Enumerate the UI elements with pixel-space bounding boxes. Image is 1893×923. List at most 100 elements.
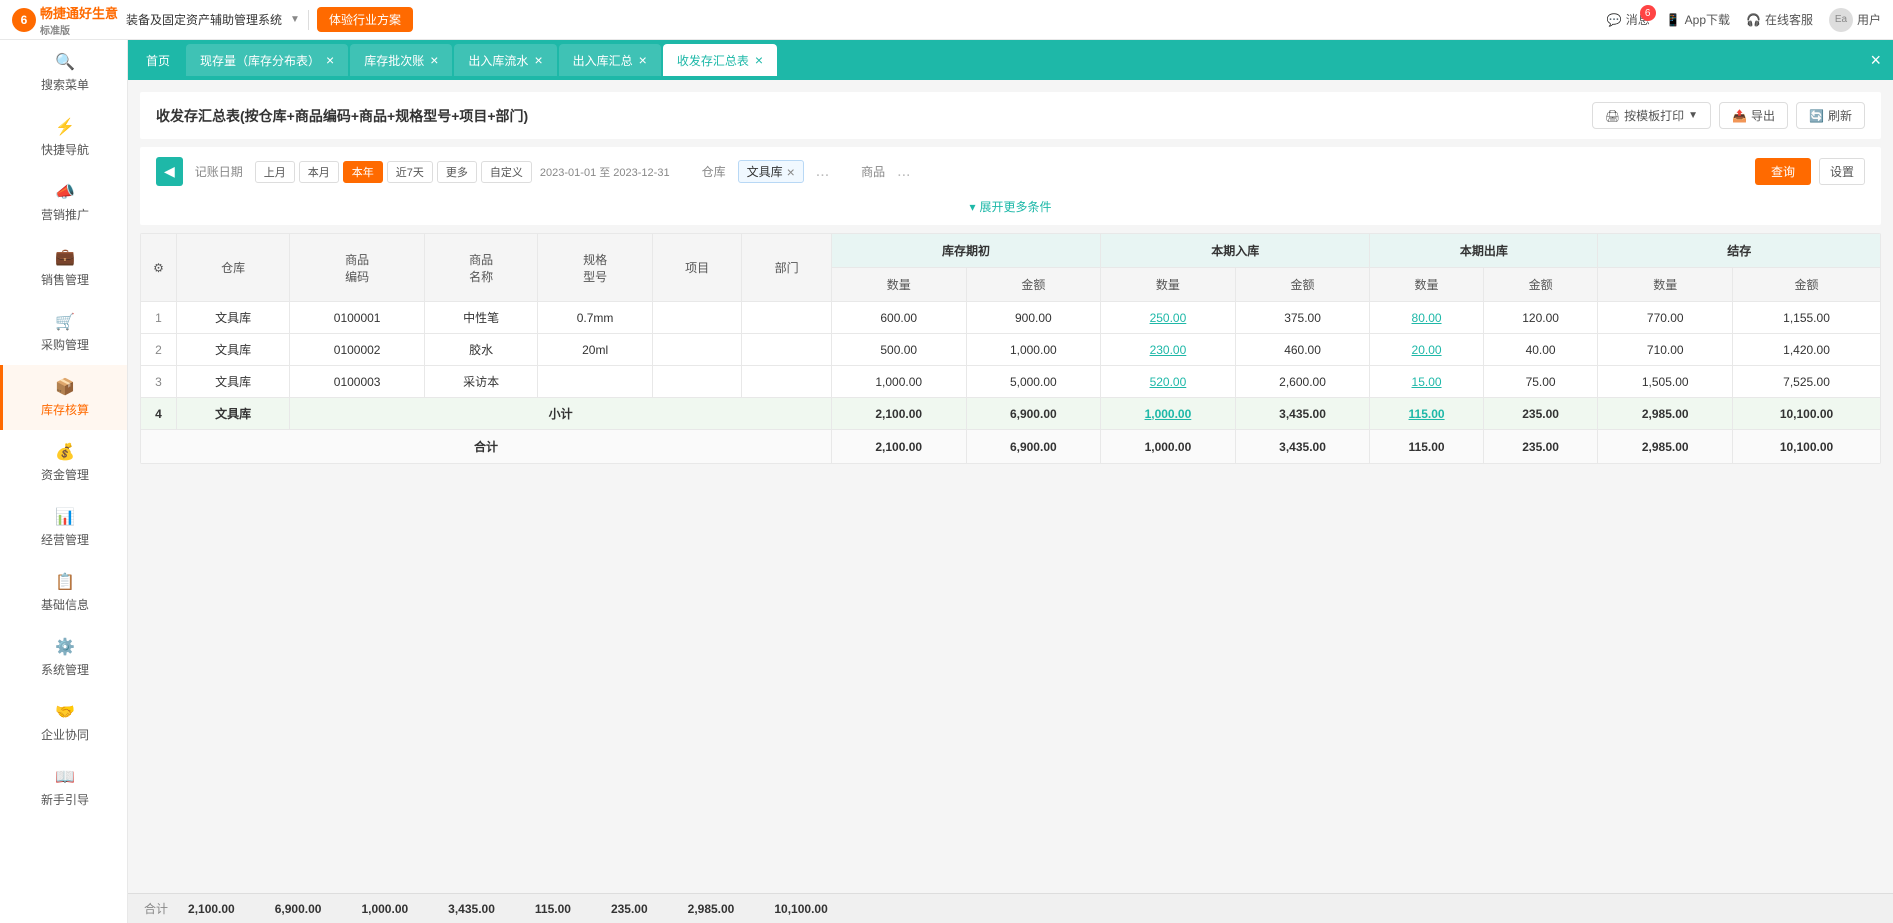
inventory-icon: 📦 (55, 377, 75, 397)
filter-toggle-btn[interactable]: ◀ (156, 157, 183, 186)
page-content: 收发存汇总表(按仓库+商品编码+商品+规格型号+项目+部门) 🖨 按模板打印 ▼… (128, 80, 1893, 893)
warehouse-tag-close[interactable]: × (787, 165, 795, 179)
row-opening-qty: 600.00 (831, 302, 966, 334)
sidebar-item-operations[interactable]: 📊 经营管理 (0, 495, 127, 560)
basicinfo-icon: 📋 (55, 572, 75, 592)
row-dept (742, 302, 831, 334)
sidebar-item-system[interactable]: ⚙️ 系统管理 (0, 625, 127, 690)
total-in-qty: 1,000.00 (361, 902, 408, 916)
message-item[interactable]: 💬 消息 6 (1607, 11, 1650, 28)
foot-in-qty: 1,000.00 (1101, 430, 1236, 464)
col-opening-qty: 数量 (831, 268, 966, 302)
col-in-qty: 数量 (1101, 268, 1236, 302)
app-download-item[interactable]: 📱 App下载 (1666, 11, 1730, 28)
product-ellipsis[interactable]: ... (897, 163, 910, 181)
out-qty-link[interactable]: 80.00 (1412, 311, 1442, 325)
purchase-icon: 🛒 (55, 312, 75, 332)
in-qty-link[interactable]: 520.00 (1150, 375, 1187, 389)
system-title[interactable]: 装备及固定资产辅助管理系统 ▼ (126, 11, 300, 28)
sidebar-item-basicinfo-label: 基础信息 (41, 596, 89, 613)
warehouse-ellipsis[interactable]: ... (816, 163, 829, 181)
tab-inventory-dist[interactable]: 现存量（库存分布表） × (186, 44, 348, 76)
tab-summary[interactable]: 出入库汇总 × (559, 44, 661, 76)
tab-batch-label: 库存批次账 (364, 52, 424, 69)
tab-batch-close[interactable]: × (430, 53, 438, 67)
refresh-button[interactable]: 🔄 刷新 (1796, 102, 1865, 129)
print-label: 按模板打印 (1624, 107, 1684, 124)
sidebar-item-guide-label: 新手引导 (41, 791, 89, 808)
row-out-qty[interactable]: 15.00 (1370, 366, 1483, 398)
col-bal-qty: 数量 (1598, 268, 1733, 302)
total-bal-qty: 2,985.00 (688, 902, 735, 916)
row-code: 0100002 (290, 334, 425, 366)
subtotal-in-qty-link[interactable]: 1,000.00 (1145, 407, 1192, 421)
date-btn-this-month[interactable]: 本月 (299, 161, 339, 183)
row-spec: 0.7mm (538, 302, 653, 334)
tab-inventory-dist-label: 现存量（库存分布表） (200, 52, 320, 69)
row-out-qty[interactable]: 80.00 (1370, 302, 1483, 334)
total-label: 合计 (144, 900, 168, 917)
sidebar-item-search-label: 搜索菜单 (41, 76, 89, 93)
sidebar-item-enterprise[interactable]: 🤝 企业协同 (0, 690, 127, 755)
tab-home[interactable]: 首页 (132, 44, 184, 76)
total-out-amt: 235.00 (611, 902, 648, 916)
date-btn-custom[interactable]: 自定义 (481, 161, 532, 183)
sidebar-item-finance[interactable]: 💰 资金管理 (0, 430, 127, 495)
total-out-qty: 115.00 (535, 902, 571, 916)
date-btn-more[interactable]: 更多 (437, 161, 477, 183)
out-qty-link[interactable]: 15.00 (1412, 375, 1442, 389)
query-button[interactable]: 查询 (1755, 158, 1811, 185)
date-btn-7days[interactable]: 近7天 (387, 161, 433, 183)
top-bar: 6 畅捷通好生意 标准版 装备及固定资产辅助管理系统 ▼ 体验行业方案 💬 消息… (0, 0, 1893, 40)
export-button[interactable]: 📤 导出 (1719, 102, 1788, 129)
row-out-qty[interactable]: 20.00 (1370, 334, 1483, 366)
row-in-qty[interactable]: 230.00 (1101, 334, 1236, 366)
user-item[interactable]: Ea 用户 (1829, 8, 1881, 32)
sidebar-item-search[interactable]: 🔍 搜索菜单 (0, 40, 127, 105)
close-all-tabs[interactable]: × (1862, 50, 1889, 71)
out-qty-link[interactable]: 20.00 (1412, 343, 1442, 357)
in-qty-link[interactable]: 230.00 (1150, 343, 1187, 357)
date-btn-last-month[interactable]: 上月 (255, 161, 295, 183)
filter-settings-button[interactable]: 设置 (1819, 158, 1865, 185)
subtotal-out-qty-link[interactable]: 115.00 (1409, 407, 1445, 421)
sidebar-item-purchase[interactable]: 🛒 采购管理 (0, 300, 127, 365)
foot-bal-qty: 2,985.00 (1598, 430, 1733, 464)
row-code: 0100003 (290, 366, 425, 398)
expand-down-icon: ▾ (969, 200, 975, 214)
row-bal-qty: 710.00 (1598, 334, 1733, 366)
col-out-amt: 金额 (1483, 268, 1598, 302)
tab-summary-close[interactable]: × (639, 53, 647, 67)
sidebar-item-basicinfo[interactable]: 📋 基础信息 (0, 560, 127, 625)
tab-batch[interactable]: 库存批次账 × (350, 44, 452, 76)
tab-receipt-summary[interactable]: 收发存汇总表 × (663, 44, 777, 76)
subtotal-bal-qty: 2,985.00 (1598, 398, 1733, 430)
col-product-code: 商品编码 (290, 234, 425, 302)
sidebar-item-sales[interactable]: 💼 销售管理 (0, 235, 127, 300)
col-warehouse: 仓库 (177, 234, 290, 302)
row-num: 1 (141, 302, 177, 334)
table-row: 3 文具库 0100003 采访本 1,000.00 5,000.00 520.… (141, 366, 1881, 398)
tab-inventory-dist-close[interactable]: × (326, 53, 334, 67)
tab-receipt-summary-close[interactable]: × (755, 53, 763, 67)
print-template-button[interactable]: 🖨 按模板打印 ▼ (1592, 102, 1711, 129)
export-icon: 📤 (1732, 109, 1747, 123)
date-btn-this-year[interactable]: 本年 (343, 161, 383, 183)
sidebar-item-inventory[interactable]: 📦 库存核算 (0, 365, 127, 430)
col-product-spec: 规格型号 (538, 234, 653, 302)
trial-button[interactable]: 体验行业方案 (317, 7, 413, 32)
in-qty-link[interactable]: 250.00 (1150, 311, 1187, 325)
col-out-qty: 数量 (1370, 268, 1483, 302)
sidebar-item-marketing[interactable]: 📣 营销推广 (0, 170, 127, 235)
total-in-amt: 3,435.00 (448, 902, 495, 916)
online-support-item[interactable]: 🎧 在线客服 (1746, 11, 1813, 28)
expand-more-btn[interactable]: ▾ 展开更多条件 (969, 198, 1051, 215)
row-in-qty[interactable]: 250.00 (1101, 302, 1236, 334)
tab-flow[interactable]: 出入库流水 × (454, 44, 556, 76)
row-out-amt: 75.00 (1483, 366, 1598, 398)
sidebar-item-guide[interactable]: 📖 新手引导 (0, 755, 127, 820)
subtotal-opening-qty: 2,100.00 (831, 398, 966, 430)
sidebar-item-quicknav[interactable]: ⚡ 快捷导航 (0, 105, 127, 170)
row-in-qty[interactable]: 520.00 (1101, 366, 1236, 398)
tab-flow-close[interactable]: × (534, 53, 542, 67)
